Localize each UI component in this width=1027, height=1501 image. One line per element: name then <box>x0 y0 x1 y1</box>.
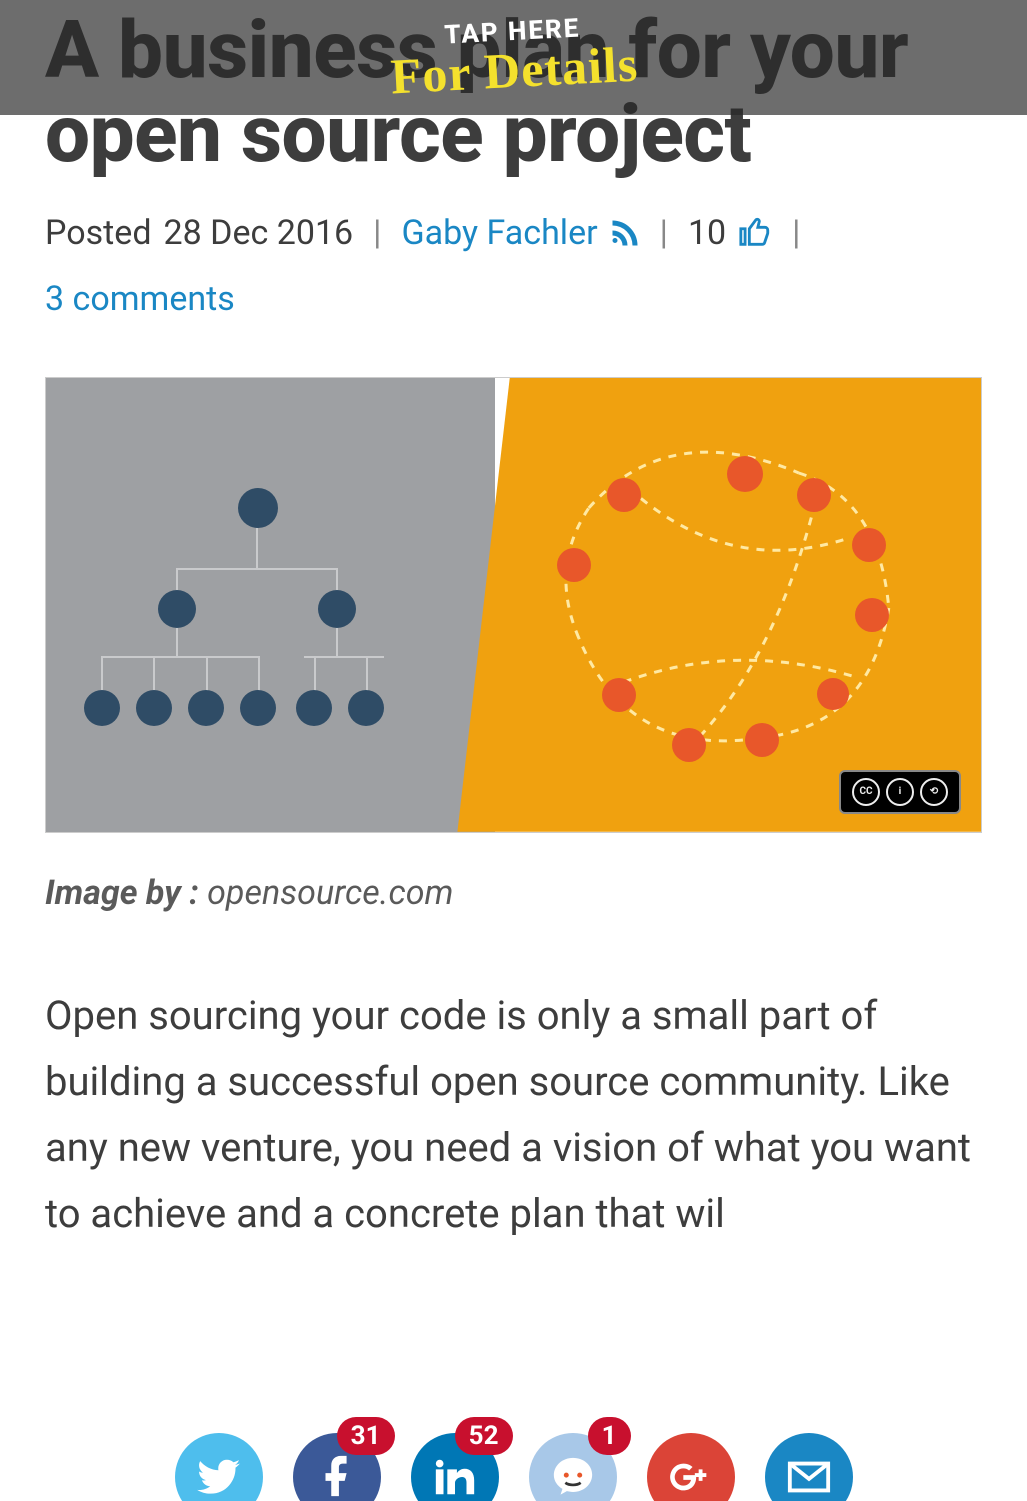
share-email-button[interactable] <box>765 1433 853 1501</box>
share-twitter-button[interactable] <box>175 1433 263 1501</box>
thumbs-up-icon[interactable] <box>738 216 772 250</box>
posted-date: 28 Dec 2016 <box>164 206 354 260</box>
share-linkedin-button[interactable]: 52 <box>411 1433 499 1501</box>
share-reddit-button[interactable]: 1 <box>529 1433 617 1501</box>
image-caption: Image by : opensource.com <box>45 873 982 913</box>
reddit-count-badge: 1 <box>588 1417 631 1455</box>
facebook-count-badge: 31 <box>337 1417 395 1455</box>
linkedin-count-badge: 52 <box>455 1417 513 1455</box>
article-meta: Posted 28 Dec 2016 | Gaby Fachler | 10 |… <box>45 206 982 327</box>
comments-link[interactable]: 3 comments <box>45 272 235 326</box>
rss-icon[interactable] <box>610 218 640 248</box>
image-by-label: Image by : <box>45 873 199 913</box>
share-gplus-button[interactable] <box>647 1433 735 1501</box>
share-facebook-button[interactable]: 31 <box>293 1433 381 1501</box>
banner-line2: For Details <box>389 34 639 105</box>
overlay-banner[interactable]: TAP HERE For Details <box>0 0 1027 115</box>
posted-label: Posted <box>45 206 152 260</box>
likes-count: 10 <box>688 206 726 260</box>
author-link[interactable]: Gaby Fachler <box>401 206 597 260</box>
meta-separator: | <box>373 206 381 260</box>
cc-license-badge: CCi⟲ <box>839 770 961 814</box>
image-by-source: opensource.com <box>207 873 453 913</box>
meta-separator: | <box>660 206 668 260</box>
meta-separator: | <box>792 206 800 260</box>
share-bar: 31 52 1 <box>0 1423 1027 1501</box>
hero-image: CCi⟲ <box>45 377 982 833</box>
article-body: Open sourcing your code is only a small … <box>45 983 982 1247</box>
